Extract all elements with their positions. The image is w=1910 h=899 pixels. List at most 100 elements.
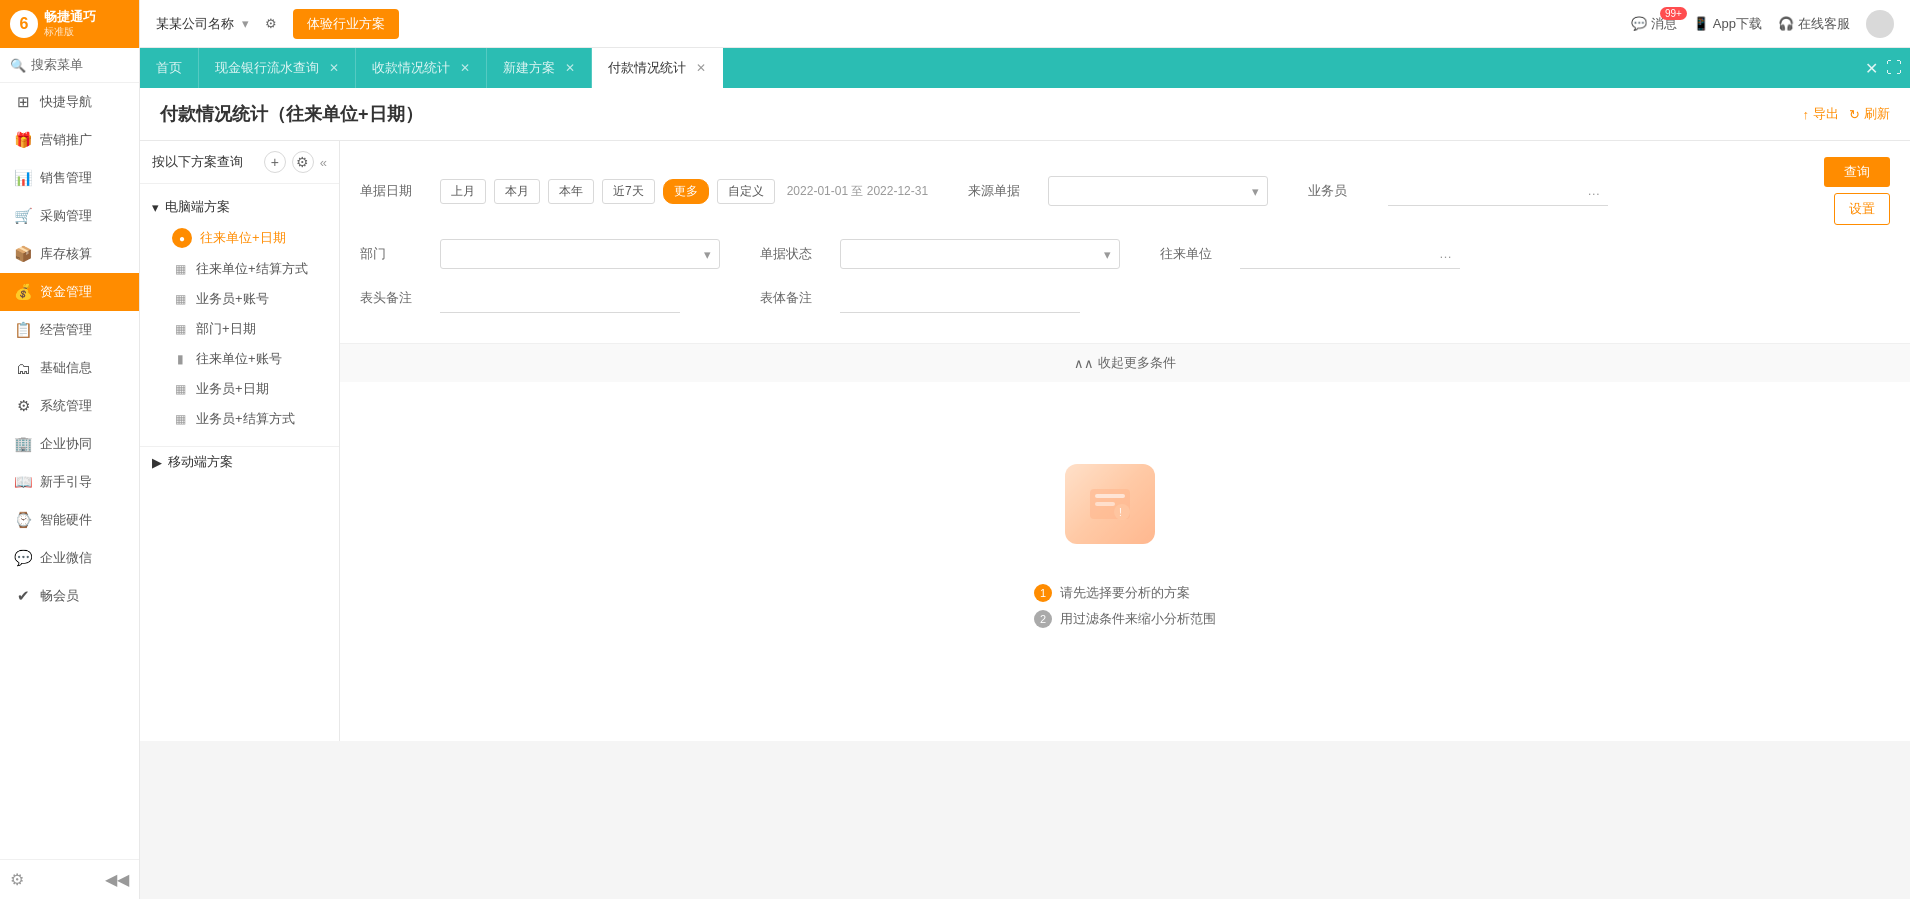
settings-icon[interactable]: ⚙ <box>10 870 24 889</box>
sidebar-item-system[interactable]: ⚙ 系统管理 <box>0 387 139 425</box>
user-avatar[interactable] <box>1866 10 1894 38</box>
sidebar-item-hardware[interactable]: ⌚ 智能硬件 <box>0 501 139 539</box>
schema-table-icon: ▦ <box>172 321 188 337</box>
sidebar-item-enterprise[interactable]: 🏢 企业协同 <box>0 425 139 463</box>
staff-select-arrow-icon: … <box>1587 183 1600 198</box>
download-icon: 📱 <box>1693 16 1709 31</box>
sidebar-item-marketing[interactable]: 🎁 营销推广 <box>0 121 139 159</box>
sidebar-item-member[interactable]: ✔ 畅会员 <box>0 577 139 615</box>
schema-item-label: 业务员+账号 <box>196 290 269 308</box>
sidebar-item-purchase[interactable]: 🛒 采购管理 <box>0 197 139 235</box>
tab-home[interactable]: 首页 <box>140 48 199 88</box>
tab-new-plan-close-icon[interactable]: ✕ <box>565 61 575 75</box>
collapse-panel-button[interactable]: « <box>320 155 327 170</box>
partner-select-arrow-icon: … <box>1439 246 1452 261</box>
schema-item-label: 往来单位+日期 <box>200 229 286 247</box>
search-menu[interactable]: 🔍 搜索菜单 <box>0 48 139 83</box>
desktop-section-header[interactable]: ▾ 电脑端方案 <box>140 192 339 222</box>
settings-button[interactable]: 设置 <box>1834 193 1890 225</box>
tab-new-plan-label: 新建方案 <box>503 59 555 77</box>
sidebar-item-label: 库存核算 <box>40 245 92 263</box>
sidebar-item-label: 销售管理 <box>40 169 92 187</box>
tab-receipt[interactable]: 收款情况统计 ✕ <box>356 48 487 88</box>
hint-text-2: 用过滤条件来缩小分析范围 <box>1060 610 1216 628</box>
partner-select[interactable]: … <box>1240 239 1460 269</box>
body-note-input[interactable] <box>840 283 1080 313</box>
search-icon: 🔍 <box>10 58 26 73</box>
schema-bar-icon: ▮ <box>172 351 188 367</box>
left-panel-actions: + ⚙ « <box>264 151 327 173</box>
header-gear-icon[interactable]: ⚙ <box>257 10 285 38</box>
tab-bank[interactable]: 现金银行流水查询 ✕ <box>199 48 356 88</box>
collapse-sidebar-icon[interactable]: ◀◀ <box>105 870 129 889</box>
tab-receipt-close-icon[interactable]: ✕ <box>460 61 470 75</box>
sidebar-item-inventory[interactable]: 📦 库存核算 <box>0 235 139 273</box>
org-chevron-icon[interactable]: ▾ <box>242 16 249 31</box>
date-btn-last-month[interactable]: 上月 <box>440 179 486 204</box>
tab-payment[interactable]: 付款情况统计 ✕ <box>592 48 723 88</box>
app-download-button[interactable]: 📱 App下载 <box>1693 15 1762 33</box>
tab-payment-close-icon[interactable]: ✕ <box>696 61 706 75</box>
trial-button[interactable]: 体验行业方案 <box>293 9 399 39</box>
date-btn-this-year[interactable]: 本年 <box>548 179 594 204</box>
sidebar-item-operation[interactable]: 📋 经营管理 <box>0 311 139 349</box>
mobile-schema-section: ▶ 移动端方案 <box>140 446 339 477</box>
filter-row-1: 单据日期 上月 本月 本年 近7天 更多 自定义 2022-01-01 至 20… <box>360 157 1890 225</box>
empty-icon-inner: ! <box>1065 464 1155 544</box>
schema-table-icon: ▦ <box>172 381 188 397</box>
schema-item-staff-settle[interactable]: ▦ 业务员+结算方式 <box>140 404 339 434</box>
mobile-section-header[interactable]: ▶ 移动端方案 <box>140 447 339 477</box>
staff-select[interactable]: … <box>1388 176 1608 206</box>
tab-expand-icon[interactable]: ⛶ <box>1886 59 1902 77</box>
dept-select[interactable]: ▾ <box>440 239 720 269</box>
tab-bank-close-icon[interactable]: ✕ <box>329 61 339 75</box>
main-content: 某某公司名称 ▾ ⚙ 体验行业方案 💬 消息 99+ 📱 App下载 🎧 在线客… <box>140 0 1910 899</box>
svg-point-3 <box>1114 504 1130 520</box>
online-service-button[interactable]: 🎧 在线客服 <box>1778 15 1850 33</box>
source-select-arrow-icon: ▾ <box>1252 184 1259 199</box>
empty-icon: ! <box>1065 464 1185 564</box>
sidebar-item-sales[interactable]: 📊 销售管理 <box>0 159 139 197</box>
desktop-section-label: 电脑端方案 <box>165 198 230 216</box>
sidebar-item-basic[interactable]: 🗂 基础信息 <box>0 349 139 387</box>
date-range-display: 2022-01-01 至 2022-12-31 <box>787 183 928 200</box>
sidebar-item-capital[interactable]: 💰 资金管理 <box>0 273 139 311</box>
export-button[interactable]: ↑ 导出 <box>1803 105 1840 123</box>
settings-schema-button[interactable]: ⚙ <box>292 151 314 173</box>
doc-status-select[interactable]: ▾ <box>840 239 1120 269</box>
sidebar-item-label: 畅会员 <box>40 587 79 605</box>
mobile-section-label: 移动端方案 <box>168 453 233 471</box>
tab-actions: ✕ ⛶ <box>1857 48 1910 88</box>
sidebar: 6 畅捷通巧 标准版 🔍 搜索菜单 ⊞ 快捷导航 🎁 营销推广 📊 销售管理 🛒… <box>0 0 140 899</box>
tab-new-plan[interactable]: 新建方案 ✕ <box>487 48 592 88</box>
capital-icon: 💰 <box>14 283 32 301</box>
empty-hint-1: 1 请先选择要分析的方案 <box>1034 584 1216 602</box>
schema-item-staff-account[interactable]: ▦ 业务员+账号 <box>140 284 339 314</box>
add-schema-button[interactable]: + <box>264 151 286 173</box>
sidebar-item-wechat[interactable]: 💬 企业微信 <box>0 539 139 577</box>
desktop-expand-icon: ▾ <box>152 200 159 215</box>
schema-item-staff-date[interactable]: ▦ 业务员+日期 <box>140 374 339 404</box>
schema-item-dept-date[interactable]: ▦ 部门+日期 <box>140 314 339 344</box>
query-button[interactable]: 查询 <box>1824 157 1890 187</box>
schema-item-unit-settle[interactable]: ▦ 往来单位+结算方式 <box>140 254 339 284</box>
tab-close-all-icon[interactable]: ✕ <box>1865 59 1878 78</box>
schema-item-unit-account[interactable]: ▮ 往来单位+账号 <box>140 344 339 374</box>
svg-text:!: ! <box>1119 507 1122 518</box>
date-btn-more[interactable]: 更多 <box>663 179 709 204</box>
active-schema-icon: ● <box>172 228 192 248</box>
header-note-input[interactable] <box>440 283 680 313</box>
date-btn-7days[interactable]: 近7天 <box>602 179 655 204</box>
sidebar-item-quick-nav[interactable]: ⊞ 快捷导航 <box>0 83 139 121</box>
app-name: 畅捷通巧 <box>44 9 96 25</box>
refresh-button[interactable]: ↻ 刷新 <box>1849 105 1890 123</box>
date-btn-this-month[interactable]: 本月 <box>494 179 540 204</box>
sidebar-item-guide[interactable]: 📖 新手引导 <box>0 463 139 501</box>
desktop-schema-section: ▾ 电脑端方案 ● 往来单位+日期 ▦ 往来单位+结算方式 ▦ 业务员+账号 <box>140 184 339 442</box>
message-button[interactable]: 💬 消息 99+ <box>1631 15 1677 33</box>
schema-item-unit-date[interactable]: ● 往来单位+日期 <box>140 222 339 254</box>
date-btn-custom[interactable]: 自定义 <box>717 179 775 204</box>
source-select[interactable]: ▾ <box>1048 176 1268 206</box>
quick-nav-icon: ⊞ <box>14 93 32 111</box>
collapse-conditions-button[interactable]: ∧∧ 收起更多条件 <box>340 343 1910 382</box>
